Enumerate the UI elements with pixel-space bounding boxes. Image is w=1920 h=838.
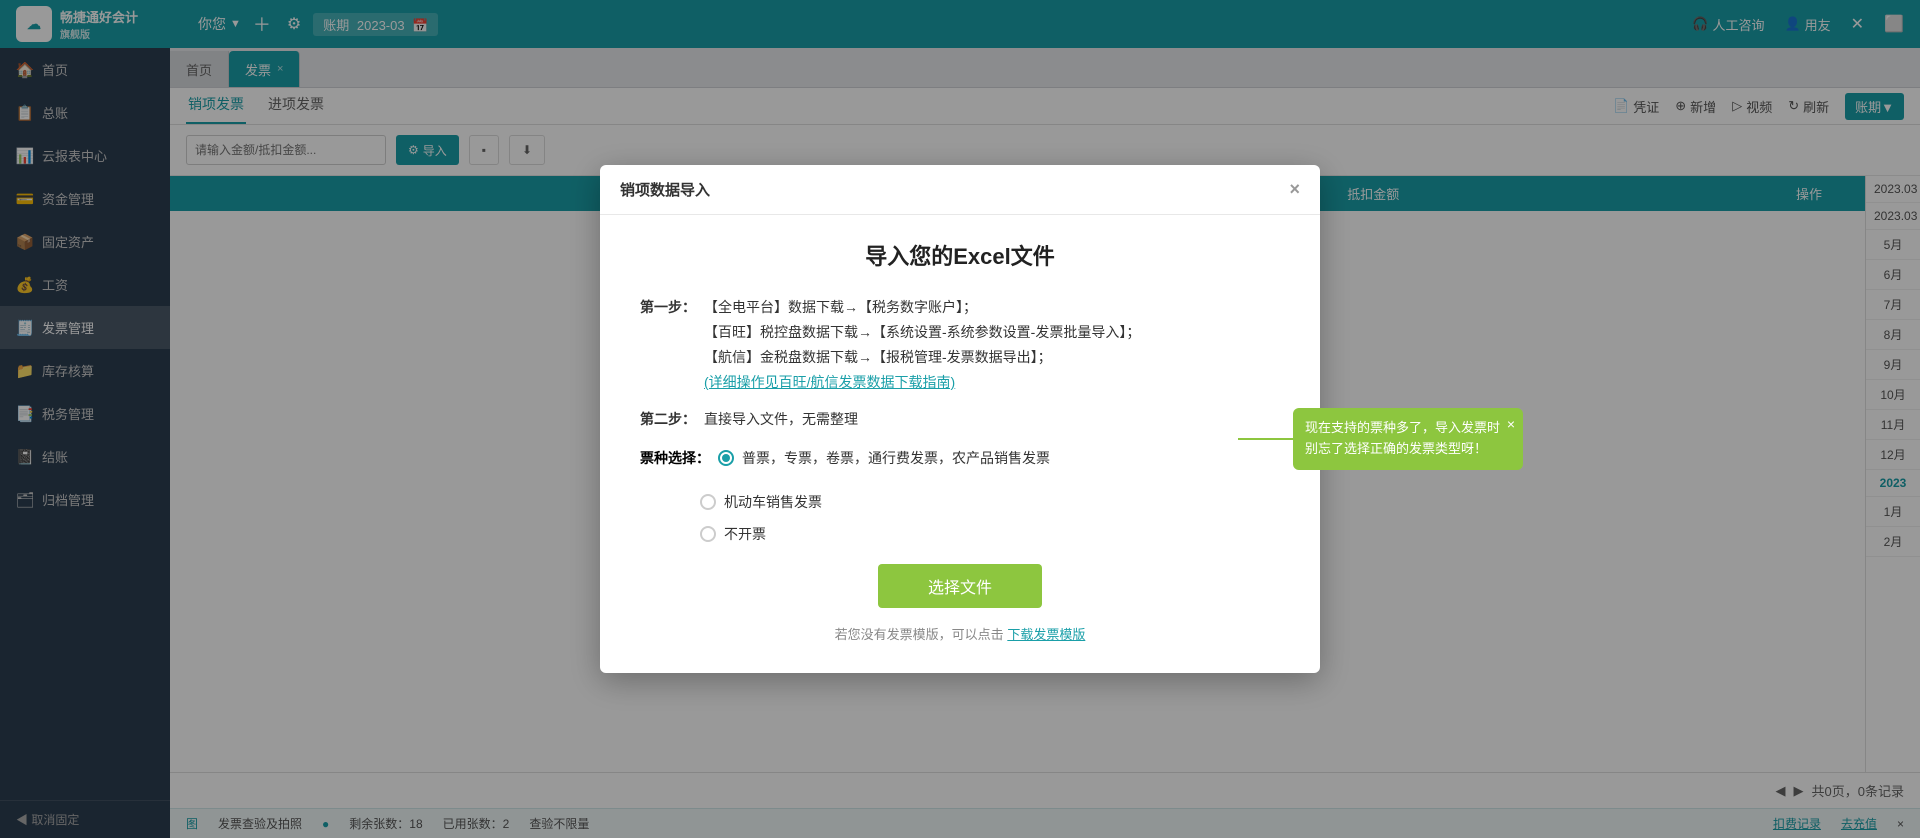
tooltip-close-btn[interactable]: ×: [1507, 413, 1515, 435]
select-file-btn[interactable]: 选择文件: [878, 564, 1042, 608]
ticket-label-row: 票种选择： 普票，专票，卷票，通行费发票，农产品销售发票: [640, 448, 1280, 480]
radio-circle-2[interactable]: [700, 494, 716, 510]
tooltip-text: 现在支持的票种多了，导入发票时别忘了选择正确的发票类型呀！: [1305, 420, 1500, 456]
step1-line2: 【百旺】税控盘数据下载→【系统设置-系统参数设置-发票批量导入】；: [704, 320, 1280, 345]
modal-main-title: 导入您的Excel文件: [640, 239, 1280, 271]
radio-option1[interactable]: 普票，专票，卷票，通行费发票，农产品销售发票: [718, 448, 1050, 468]
option1-wrapper: 普票，专票，卷票，通行费发票，农产品销售发票 × 现在支持的票: [718, 448, 1050, 480]
ticket-type-group: 票种选择： 普票，专票，卷票，通行费发票，农产品销售发票: [640, 448, 1280, 544]
tooltip-line-bar: [1238, 438, 1298, 440]
step2-label: 第二步：: [640, 407, 696, 432]
tooltip-anchor: × 现在支持的票种多了，导入发票时别忘了选择正确的发票类型呀！: [1238, 438, 1298, 440]
option2-label: 机动车销售发票: [724, 492, 822, 512]
import-modal: 销项数据导入 × 导入您的Excel文件 第一步： 【全电平台】数据下载→【税务…: [600, 165, 1320, 674]
modal-close-btn[interactable]: ×: [1289, 180, 1300, 198]
modal-header: 销项数据导入 ×: [600, 165, 1320, 215]
step1-content: 【全电平台】数据下载→【税务数字账户】； 【百旺】税控盘数据下载→【系统设置-系…: [704, 295, 1280, 396]
modal-overlay: 销项数据导入 × 导入您的Excel文件 第一步： 【全电平台】数据下载→【税务…: [0, 0, 1920, 838]
tooltip-line: [1238, 438, 1298, 440]
download-template-link[interactable]: 下载发票模版: [1007, 627, 1085, 642]
radio-option2[interactable]: 机动车销售发票: [700, 492, 1280, 512]
radio-circle-1[interactable]: [718, 450, 734, 466]
option1-label: 普票，专票，卷票，通行费发票，农产品销售发票: [742, 448, 1050, 468]
modal-body: 导入您的Excel文件 第一步： 【全电平台】数据下载→【税务数字账户】； 【百…: [600, 215, 1320, 674]
step2-row: 第二步： 直接导入文件，无需整理: [640, 407, 1280, 432]
option3-label: 不开票: [724, 524, 766, 544]
step1-row: 第一步： 【全电平台】数据下载→【税务数字账户】； 【百旺】税控盘数据下载→【系…: [640, 295, 1280, 396]
tooltip-bubble: × 现在支持的票种多了，导入发票时别忘了选择正确的发票类型呀！: [1293, 408, 1523, 470]
step2-text: 直接导入文件，无需整理: [704, 407, 1280, 432]
step1-guide-link[interactable]: (详细操作见百旺/航信发票数据下载指南): [704, 374, 955, 390]
modal-title: 销项数据导入: [620, 179, 710, 200]
radio-option3[interactable]: 不开票: [700, 524, 1280, 544]
ticket-label: 票种选择：: [640, 448, 710, 468]
radio-circle-3[interactable]: [700, 526, 716, 542]
step1-line3: 【航信】金税盘数据下载→【报税管理-发票数据导出】；: [704, 345, 1280, 370]
radio-dot-1: [722, 454, 730, 462]
step1-label: 第一步：: [640, 295, 696, 396]
modal-footer-note: 若您没有发票模版，可以点击 下载发票模版: [640, 624, 1280, 643]
step1-line1: 【全电平台】数据下载→【税务数字账户】；: [704, 295, 1280, 320]
